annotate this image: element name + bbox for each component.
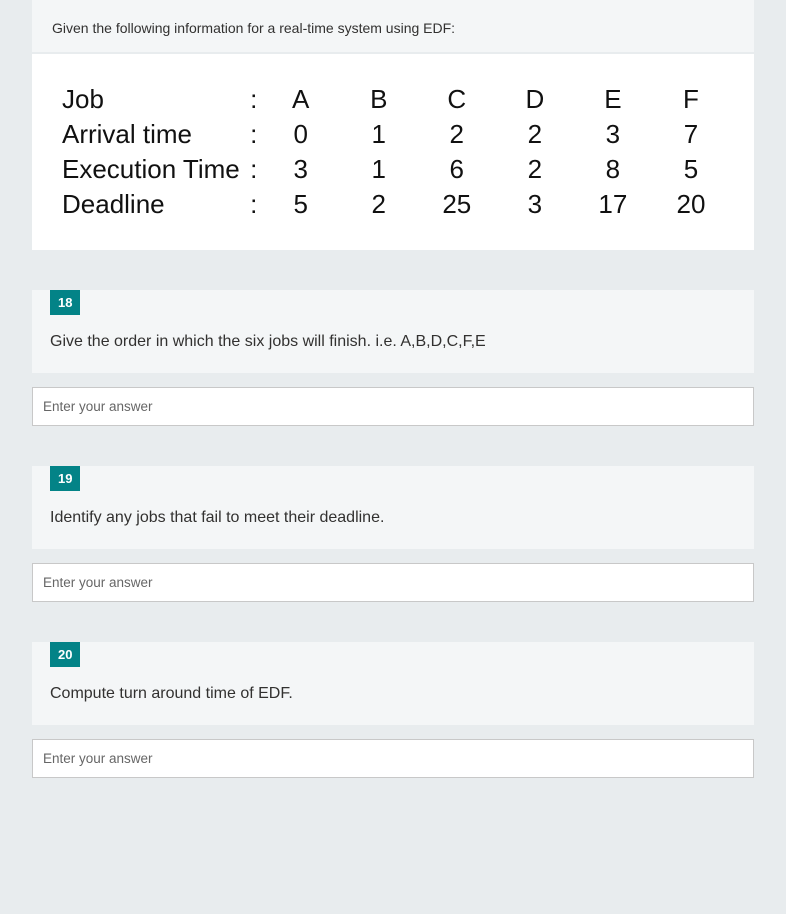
cell: 2 (496, 152, 574, 187)
cell: D (496, 82, 574, 117)
cell: 8 (574, 152, 652, 187)
cell: 2 (340, 187, 418, 222)
cell: 5 (262, 187, 340, 222)
page: { "intro": { "text": "Given the followin… (0, 0, 786, 914)
question-number-badge: 20 (50, 642, 80, 667)
table-row: Arrival time : 0 1 2 2 3 7 (56, 117, 730, 152)
answer-input-20[interactable] (32, 739, 754, 778)
cell: 3 (574, 117, 652, 152)
question-19: 19 Identify any jobs that fail to meet t… (32, 466, 754, 549)
question-text: Give the order in which the six jobs wil… (50, 315, 736, 351)
question-text: Identify any jobs that fail to meet thei… (50, 491, 736, 527)
cell: 5 (652, 152, 730, 187)
cell: 17 (574, 187, 652, 222)
cell: 0 (262, 117, 340, 152)
row-label-arrival: Arrival time (56, 117, 246, 152)
table-row: Deadline : 5 2 25 3 17 20 (56, 187, 730, 222)
cell: 6 (418, 152, 496, 187)
cell: 7 (652, 117, 730, 152)
cell: C (418, 82, 496, 117)
table-row: Execution Time : 3 1 6 2 8 5 (56, 152, 730, 187)
row-label-deadline: Deadline (56, 187, 246, 222)
cell: A (262, 82, 340, 117)
question-18: 18 Give the order in which the six jobs … (32, 290, 754, 373)
cell: E (574, 82, 652, 117)
edf-data-table: Job : A B C D E F Arrival time : 0 1 2 2… (56, 82, 730, 222)
cell: 2 (496, 117, 574, 152)
cell: 1 (340, 117, 418, 152)
question-number-badge: 18 (50, 290, 80, 315)
cell: 3 (262, 152, 340, 187)
answer-input-19[interactable] (32, 563, 754, 602)
row-label-job: Job (56, 82, 246, 117)
cell: F (652, 82, 730, 117)
cell: 2 (418, 117, 496, 152)
cell: 3 (496, 187, 574, 222)
intro-text: Given the following information for a re… (32, 0, 754, 52)
question-20: 20 Compute turn around time of EDF. (32, 642, 754, 725)
question-text: Compute turn around time of EDF. (50, 667, 736, 703)
cell: 25 (418, 187, 496, 222)
answer-input-18[interactable] (32, 387, 754, 426)
cell: 20 (652, 187, 730, 222)
edf-table: Job : A B C D E F Arrival time : 0 1 2 2… (32, 54, 754, 250)
row-label-exec: Execution Time (56, 152, 246, 187)
cell: 1 (340, 152, 418, 187)
table-row: Job : A B C D E F (56, 82, 730, 117)
cell: B (340, 82, 418, 117)
question-number-badge: 19 (50, 466, 80, 491)
